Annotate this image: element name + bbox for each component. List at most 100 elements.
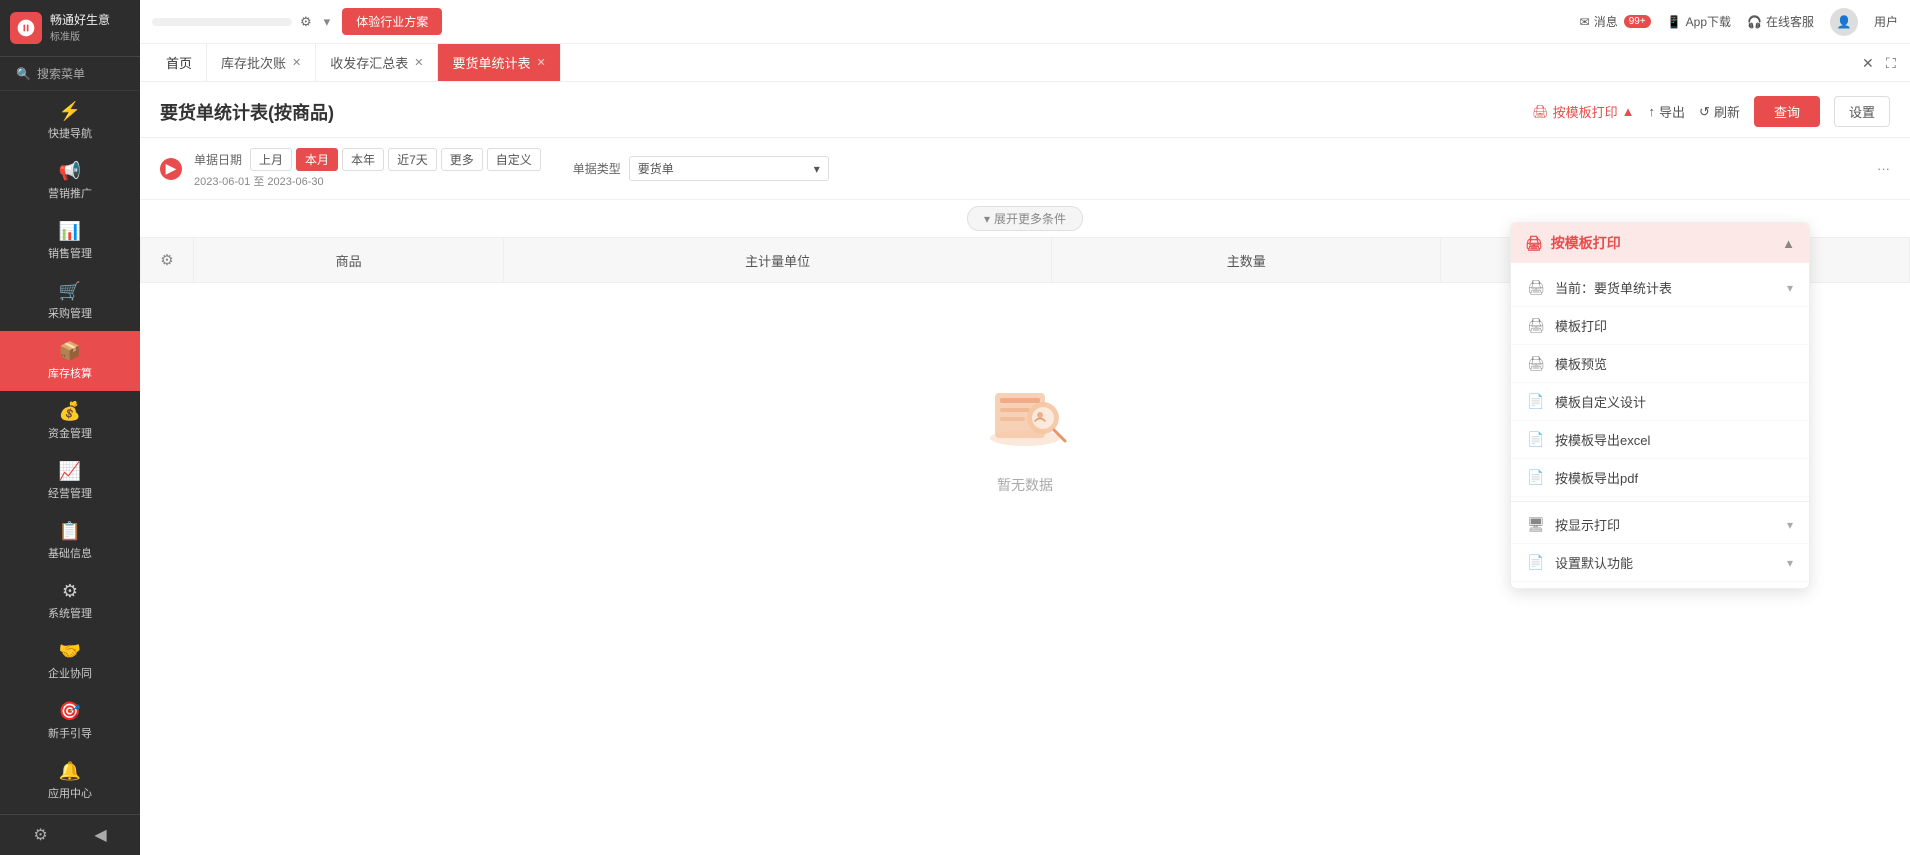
main-area: ⚙ ▾ 体验行业方案 ✉ 消息 99+ 📱 App下载 🎧 在线客服 👤 用户	[140, 0, 1910, 855]
sidebar-item-marketing[interactable]: 📢 营销推广	[0, 151, 140, 211]
report-header: 要货单统计表(按商品) 🖨 按模板打印 ▲ ↑ 导出 ↺ 刷新	[140, 82, 1910, 138]
marketing-label: 营销推广	[48, 185, 92, 201]
system-label: 系统管理	[48, 605, 92, 621]
dropdown-header: 🖨 按模板打印 ▲	[1511, 223, 1809, 263]
print-template-btn[interactable]: 🖨 按模板打印 ▲	[1532, 102, 1634, 121]
topbar-gear-icon[interactable]: ⚙	[300, 14, 312, 30]
tab-order-close[interactable]: ✕	[537, 56, 546, 69]
template-pdf-icon: 📄	[1527, 469, 1545, 486]
online-service-label: 在线客服	[1766, 13, 1814, 30]
sidebar-item-sales[interactable]: 📊 销售管理	[0, 211, 140, 271]
more-filter-icon[interactable]: ···	[1877, 161, 1890, 176]
type-select[interactable]: 要货单 ▾	[629, 156, 829, 181]
sidebar-item-guide[interactable]: 🎯 新手引导	[0, 691, 140, 751]
tab-home-label: 首页	[166, 53, 192, 72]
display-print-chevron: ▾	[1787, 518, 1793, 532]
date-label: 单据日期	[194, 151, 242, 168]
dropdown-set-default[interactable]: 📄 设置默认功能 ▾	[1511, 544, 1809, 582]
refresh-btn[interactable]: ↺ 刷新	[1699, 102, 1740, 121]
appstore-label: 应用中心	[48, 785, 92, 801]
search-label: 搜索菜单	[37, 65, 85, 82]
date-btn-custom[interactable]: 自定义	[487, 148, 541, 171]
purchase-icon: 🛒	[59, 281, 81, 302]
current-item-left: 🖨 当前：要货单统计表	[1527, 278, 1672, 297]
sidebar: 畅通好生意 标准版 🔍 搜索菜单 ⚡ 快捷导航 📢 营销推广 📊 销售管理 🛒 …	[0, 0, 140, 855]
basic-label: 基础信息	[48, 545, 92, 561]
date-btn-this-year[interactable]: 本年	[342, 148, 384, 171]
filter-type-section: 单据类型 要货单 ▾	[573, 156, 829, 181]
tab-order-summary[interactable]: 要货单统计表 ✕	[438, 44, 560, 81]
sidebar-item-quick-nav[interactable]: ⚡ 快捷导航	[0, 91, 140, 151]
settings-button[interactable]: 设置	[1834, 96, 1890, 127]
sidebar-item-operations[interactable]: 📈 经营管理	[0, 451, 140, 511]
print-dropdown-popup: 🖨 按模板打印 ▲ 🖨 当前：要货单统计表 ▾ 🖨 模板打印	[1510, 222, 1810, 589]
topbar-chevron[interactable]: ▾	[324, 14, 331, 30]
dropdown-title-area: 🖨 按模板打印	[1525, 233, 1621, 253]
sidebar-item-finance[interactable]: 💰 资金管理	[0, 391, 140, 451]
avatar[interactable]: 👤	[1830, 8, 1858, 36]
print-chevron-up: ▲	[1622, 104, 1635, 119]
sidebar-item-inventory[interactable]: 📦 库存核算	[0, 331, 140, 391]
template-custom-label: 模板自定义设计	[1555, 392, 1646, 411]
dropdown-template-print[interactable]: 🖨 模板打印	[1511, 307, 1809, 345]
inventory-icon: 📦	[59, 341, 81, 362]
date-btn-this-month[interactable]: 本月	[296, 148, 338, 171]
date-btn-more[interactable]: 更多	[441, 148, 483, 171]
user-name: 用户	[1874, 13, 1898, 30]
date-buttons-row: 上月 本月 本年 近7天 更多 自定义	[250, 148, 541, 171]
template-custom-icon: 📄	[1527, 393, 1545, 410]
enterprise-icon: 🤝	[59, 641, 81, 662]
message-item[interactable]: ✉ 消息 99+	[1580, 13, 1651, 30]
collapse-icon[interactable]: ◀	[94, 825, 106, 845]
dropdown-template-pdf[interactable]: 📄 按模板导出pdf	[1511, 459, 1809, 497]
sidebar-bottom: ⚙ ◀	[0, 814, 140, 855]
tab-batch-close[interactable]: ✕	[292, 56, 301, 69]
dropdown-template-preview[interactable]: 🖨 模板预览	[1511, 345, 1809, 383]
query-button[interactable]: 查询	[1754, 96, 1820, 127]
type-label: 单据类型	[573, 160, 621, 177]
tab-batch-account[interactable]: 库存批次账 ✕	[207, 44, 316, 81]
tab-collection-summary[interactable]: 收发存汇总表 ✕	[316, 44, 438, 81]
empty-illustration	[975, 363, 1075, 463]
dropdown-template-excel[interactable]: 📄 按模板导出excel	[1511, 421, 1809, 459]
industry-btn[interactable]: 体验行业方案	[342, 8, 442, 35]
settings-bottom-icon[interactable]: ⚙	[33, 825, 47, 845]
tab-home[interactable]: 首页	[152, 44, 207, 81]
dropdown-up-icon[interactable]: ▲	[1782, 236, 1795, 251]
sidebar-item-appstore[interactable]: 🔔 应用中心	[0, 751, 140, 811]
table-settings-btn[interactable]: ⚙	[153, 246, 181, 274]
tabbar: 首页 库存批次账 ✕ 收发存汇总表 ✕ 要货单统计表 ✕ ✕ ⛶	[140, 44, 1910, 82]
date-btn-last-month[interactable]: 上月	[250, 148, 292, 171]
display-print-left: 🖥 按显示打印	[1527, 515, 1620, 534]
sales-label: 销售管理	[48, 245, 92, 261]
sidebar-item-enterprise[interactable]: 🤝 企业协同	[0, 631, 140, 691]
dropdown-divider	[1511, 501, 1809, 502]
dropdown-current-item[interactable]: 🖨 当前：要货单统计表 ▾	[1511, 269, 1809, 307]
avatar-placeholder: 👤	[1836, 15, 1851, 29]
topbar: ⚙ ▾ 体验行业方案 ✉ 消息 99+ 📱 App下载 🎧 在线客服 👤 用户	[140, 0, 1910, 44]
message-badge: 99+	[1624, 15, 1651, 28]
sidebar-search[interactable]: 🔍 搜索菜单	[0, 57, 140, 91]
sidebar-item-system[interactable]: ⚙ 系统管理	[0, 571, 140, 631]
inventory-label: 库存核算	[48, 365, 92, 381]
app-download-item[interactable]: 📱 App下载	[1667, 13, 1731, 30]
operations-icon: 📈	[59, 461, 81, 482]
expand-more-btn[interactable]: ▾ 展开更多条件	[967, 206, 1083, 231]
sidebar-item-purchase[interactable]: 🛒 采购管理	[0, 271, 140, 331]
tab-collection-close[interactable]: ✕	[414, 56, 423, 69]
date-btn-7days[interactable]: 近7天	[388, 148, 437, 171]
current-item-label: 当前：要货单统计表	[1555, 278, 1672, 297]
dropdown-display-print[interactable]: 🖥 按显示打印 ▾	[1511, 506, 1809, 544]
close-window-btn[interactable]: ✕	[1862, 55, 1878, 71]
maximize-window-btn[interactable]: ⛶	[1886, 55, 1902, 71]
search-icon: 🔍	[16, 67, 31, 81]
template-excel-icon: 📄	[1527, 431, 1545, 448]
export-btn[interactable]: ↑ 导出	[1649, 102, 1686, 121]
template-pdf-label: 按模板导出pdf	[1555, 468, 1638, 487]
dropdown-template-custom[interactable]: 📄 模板自定义设计	[1511, 383, 1809, 421]
marketing-icon: 📢	[59, 161, 81, 182]
online-service-item[interactable]: 🎧 在线客服	[1747, 13, 1814, 30]
sidebar-item-basic[interactable]: 📋 基础信息	[0, 511, 140, 571]
col-unit: 主计量单位	[504, 238, 1052, 283]
filter-toggle-btn[interactable]: ▶	[160, 158, 182, 180]
